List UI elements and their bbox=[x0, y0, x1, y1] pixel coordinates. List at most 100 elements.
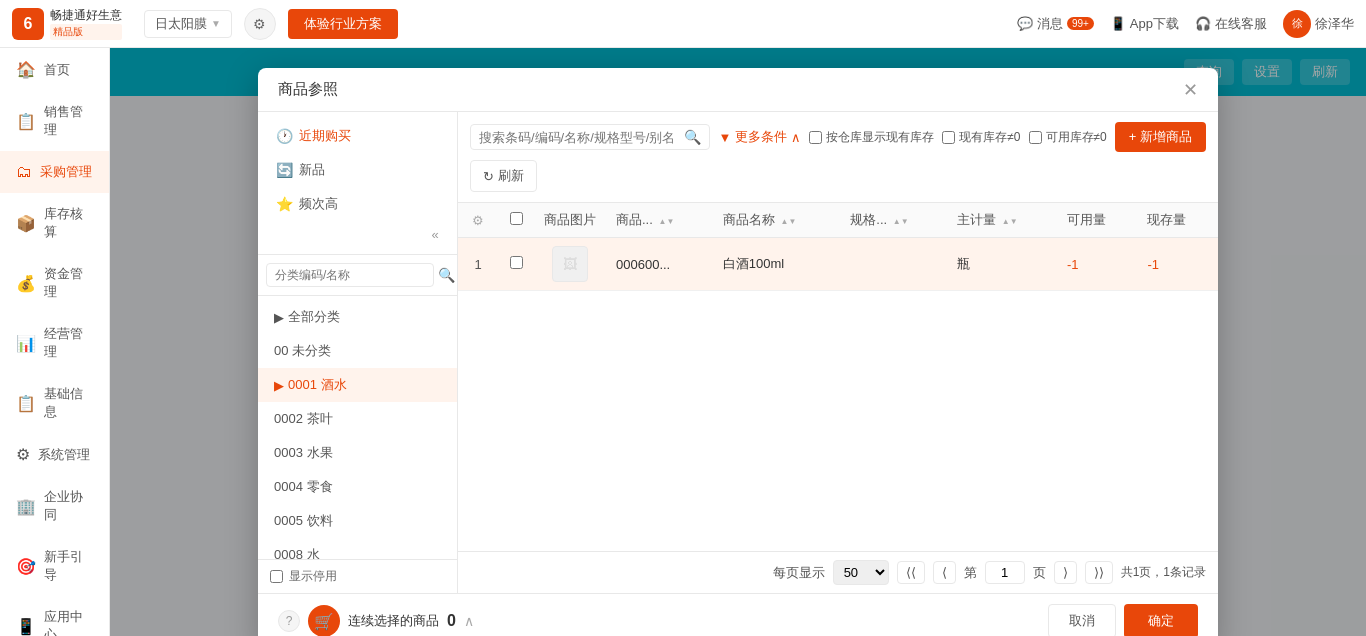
category-label: 0005 饮料 bbox=[274, 512, 333, 530]
row-num: 1 bbox=[458, 238, 498, 291]
recent-purchases-tab[interactable]: 🕐 近期购买 bbox=[266, 120, 449, 152]
table-row[interactable]: 1 🖼 bbox=[458, 238, 1218, 291]
expand-icon: ▶ bbox=[274, 310, 284, 325]
user-nav-item[interactable]: 徐 徐泽华 bbox=[1283, 10, 1354, 38]
category-item-0008[interactable]: 0008 水 bbox=[258, 538, 457, 559]
mobile-icon: 📱 bbox=[1110, 16, 1126, 31]
message-icon: 💬 bbox=[1017, 16, 1033, 31]
frequent-tab[interactable]: ⭐ 频次高 bbox=[266, 188, 449, 220]
modal-body: 🕐 近期购买 🔄 新品 ⭐ 频次高 bbox=[258, 112, 1218, 593]
category-label: 0004 零食 bbox=[274, 478, 333, 496]
warehouse-checkbox[interactable] bbox=[809, 131, 822, 144]
available-checkbox[interactable] bbox=[1029, 131, 1042, 144]
last-page-button[interactable]: ⟩⟩ bbox=[1085, 561, 1113, 584]
cart-icon[interactable]: 🛒 bbox=[308, 605, 340, 636]
more-filter-button[interactable]: ▼ 更多条件 ∧ bbox=[718, 128, 801, 146]
refresh-table-button[interactable]: ↻ 刷新 bbox=[470, 160, 537, 192]
sort-icons: ▲▼ bbox=[658, 217, 674, 226]
cart-count: 0 bbox=[447, 612, 456, 630]
th-available-label: 可用量 bbox=[1067, 212, 1106, 227]
sort-icons: ▲▼ bbox=[1002, 217, 1018, 226]
page-number-input[interactable] bbox=[985, 561, 1025, 584]
sidebar-item-inventory[interactable]: 📦 库存核算 bbox=[0, 193, 109, 253]
sidebar-item-label: 采购管理 bbox=[40, 163, 92, 181]
product-table: ⚙ 商品图片 bbox=[458, 203, 1218, 291]
category-item-0004[interactable]: 0004 零食 bbox=[258, 470, 457, 504]
trial-button[interactable]: 体验行业方案 bbox=[288, 9, 398, 39]
sidebar-item-apps[interactable]: 📱 应用中心 bbox=[0, 596, 109, 636]
row-checkbox-cell bbox=[498, 238, 534, 291]
category-item-0005[interactable]: 0005 饮料 bbox=[258, 504, 457, 538]
sidebar-item-home[interactable]: 🏠 首页 bbox=[0, 48, 109, 91]
search-icon: 🔍 bbox=[684, 129, 701, 145]
sidebar-item-basic[interactable]: 📋 基础信息 bbox=[0, 373, 109, 433]
select-all-checkbox[interactable] bbox=[510, 212, 523, 225]
show-disabled-checkbox[interactable] bbox=[270, 570, 283, 583]
row-available: -1 bbox=[1057, 238, 1137, 291]
category-item-00[interactable]: 00 未分类 bbox=[258, 334, 457, 368]
home-icon: 🏠 bbox=[16, 60, 36, 79]
stock-checkbox[interactable] bbox=[942, 131, 955, 144]
close-button[interactable]: ✕ bbox=[1183, 81, 1198, 99]
pagination: 每页显示 50 100 200 ⟨⟨ ⟨ 第 页 ⟩ bbox=[458, 551, 1218, 593]
row-checkbox[interactable] bbox=[510, 256, 523, 269]
th-name[interactable]: 商品名称 ▲▼ bbox=[713, 203, 841, 238]
app-download-nav-item[interactable]: 📱 App下载 bbox=[1110, 15, 1179, 33]
category-item-0002[interactable]: 0002 茶叶 bbox=[258, 402, 457, 436]
th-spec[interactable]: 规格... ▲▼ bbox=[840, 203, 947, 238]
gear-header-icon[interactable]: ⚙ bbox=[472, 213, 484, 228]
finance-icon: 💰 bbox=[16, 274, 36, 293]
confirm-button[interactable]: 确定 bbox=[1124, 604, 1198, 636]
th-code[interactable]: 商品... ▲▼ bbox=[606, 203, 713, 238]
nav-selector[interactable]: 日太阳膜 ▼ bbox=[144, 10, 232, 38]
nav-right: 💬 消息 99+ 📱 App下载 🎧 在线客服 徐 徐泽华 bbox=[1017, 10, 1354, 38]
sidebar-item-guide[interactable]: 🎯 新手引导 bbox=[0, 536, 109, 596]
new-products-tab[interactable]: 🔄 新品 bbox=[266, 154, 449, 186]
collapse-footer-button[interactable]: ∧ bbox=[464, 613, 474, 629]
inventory-icon: 📦 bbox=[16, 214, 36, 233]
search-icon[interactable]: 🔍 bbox=[438, 267, 455, 283]
available-checkbox-wrap[interactable]: 可用库存≠0 bbox=[1029, 129, 1107, 146]
sidebar-item-operations[interactable]: 📊 经营管理 bbox=[0, 313, 109, 373]
modal-footer: ? 🛒 连续选择的商品 0 ∧ 取消 确定 bbox=[258, 593, 1218, 636]
category-list: ▶ 全部分类 00 未分类 ▶ 0001 酒水 0002 茶 bbox=[258, 296, 457, 559]
settings-button[interactable]: ⚙ bbox=[244, 8, 276, 40]
customer-service-nav-item[interactable]: 🎧 在线客服 bbox=[1195, 15, 1267, 33]
row-code: 000600... bbox=[606, 238, 713, 291]
next-page-button[interactable]: ⟩ bbox=[1054, 561, 1077, 584]
help-button[interactable]: ? bbox=[278, 610, 300, 632]
modal-title: 商品参照 bbox=[278, 80, 338, 99]
th-unit[interactable]: 主计量 ▲▼ bbox=[947, 203, 1057, 238]
th-code-label: 商品... bbox=[616, 212, 653, 227]
sidebar-item-label: 企业协同 bbox=[44, 488, 93, 524]
th-stock: 现存量 bbox=[1137, 203, 1218, 238]
category-search-input[interactable] bbox=[266, 263, 434, 287]
page-size-select[interactable]: 50 100 200 bbox=[833, 560, 889, 585]
message-badge: 99+ bbox=[1067, 17, 1094, 30]
sidebar-item-sales[interactable]: 📋 销售管理 bbox=[0, 91, 109, 151]
category-item-all[interactable]: ▶ 全部分类 bbox=[258, 300, 457, 334]
row-image-cell: 🖼 bbox=[534, 238, 606, 291]
sidebar-item-enterprise[interactable]: 🏢 企业协同 bbox=[0, 476, 109, 536]
stock-checkbox-wrap[interactable]: 现有库存≠0 bbox=[942, 129, 1020, 146]
sidebar-item-finance[interactable]: 💰 资金管理 bbox=[0, 253, 109, 313]
cancel-button[interactable]: 取消 bbox=[1048, 604, 1116, 636]
sidebar-item-system[interactable]: ⚙ 系统管理 bbox=[0, 433, 109, 476]
add-product-button[interactable]: + 新增商品 bbox=[1115, 122, 1206, 152]
modal-header: 商品参照 ✕ bbox=[258, 68, 1218, 112]
prev-page-button[interactable]: ⟨ bbox=[933, 561, 956, 584]
sidebar-item-purchase[interactable]: 🗂 采购管理 bbox=[0, 151, 109, 193]
category-item-0001[interactable]: ▶ 0001 酒水 bbox=[258, 368, 457, 402]
footer-left: ? 🛒 连续选择的商品 0 ∧ bbox=[278, 605, 1036, 636]
warehouse-checkbox-wrap[interactable]: 按仓库显示现有库存 bbox=[809, 129, 934, 146]
messages-nav-item[interactable]: 💬 消息 99+ bbox=[1017, 15, 1094, 33]
sidebar-item-label: 销售管理 bbox=[44, 103, 93, 139]
category-label: 0002 茶叶 bbox=[274, 410, 333, 428]
filter-icon: ▼ bbox=[718, 130, 731, 145]
product-search-input[interactable] bbox=[479, 130, 684, 145]
th-unit-label: 主计量 bbox=[957, 212, 996, 227]
first-page-button[interactable]: ⟨⟨ bbox=[897, 561, 925, 584]
collapse-left-button[interactable]: « bbox=[425, 224, 445, 244]
category-item-0003[interactable]: 0003 水果 bbox=[258, 436, 457, 470]
sidebar-item-label: 应用中心 bbox=[44, 608, 93, 636]
